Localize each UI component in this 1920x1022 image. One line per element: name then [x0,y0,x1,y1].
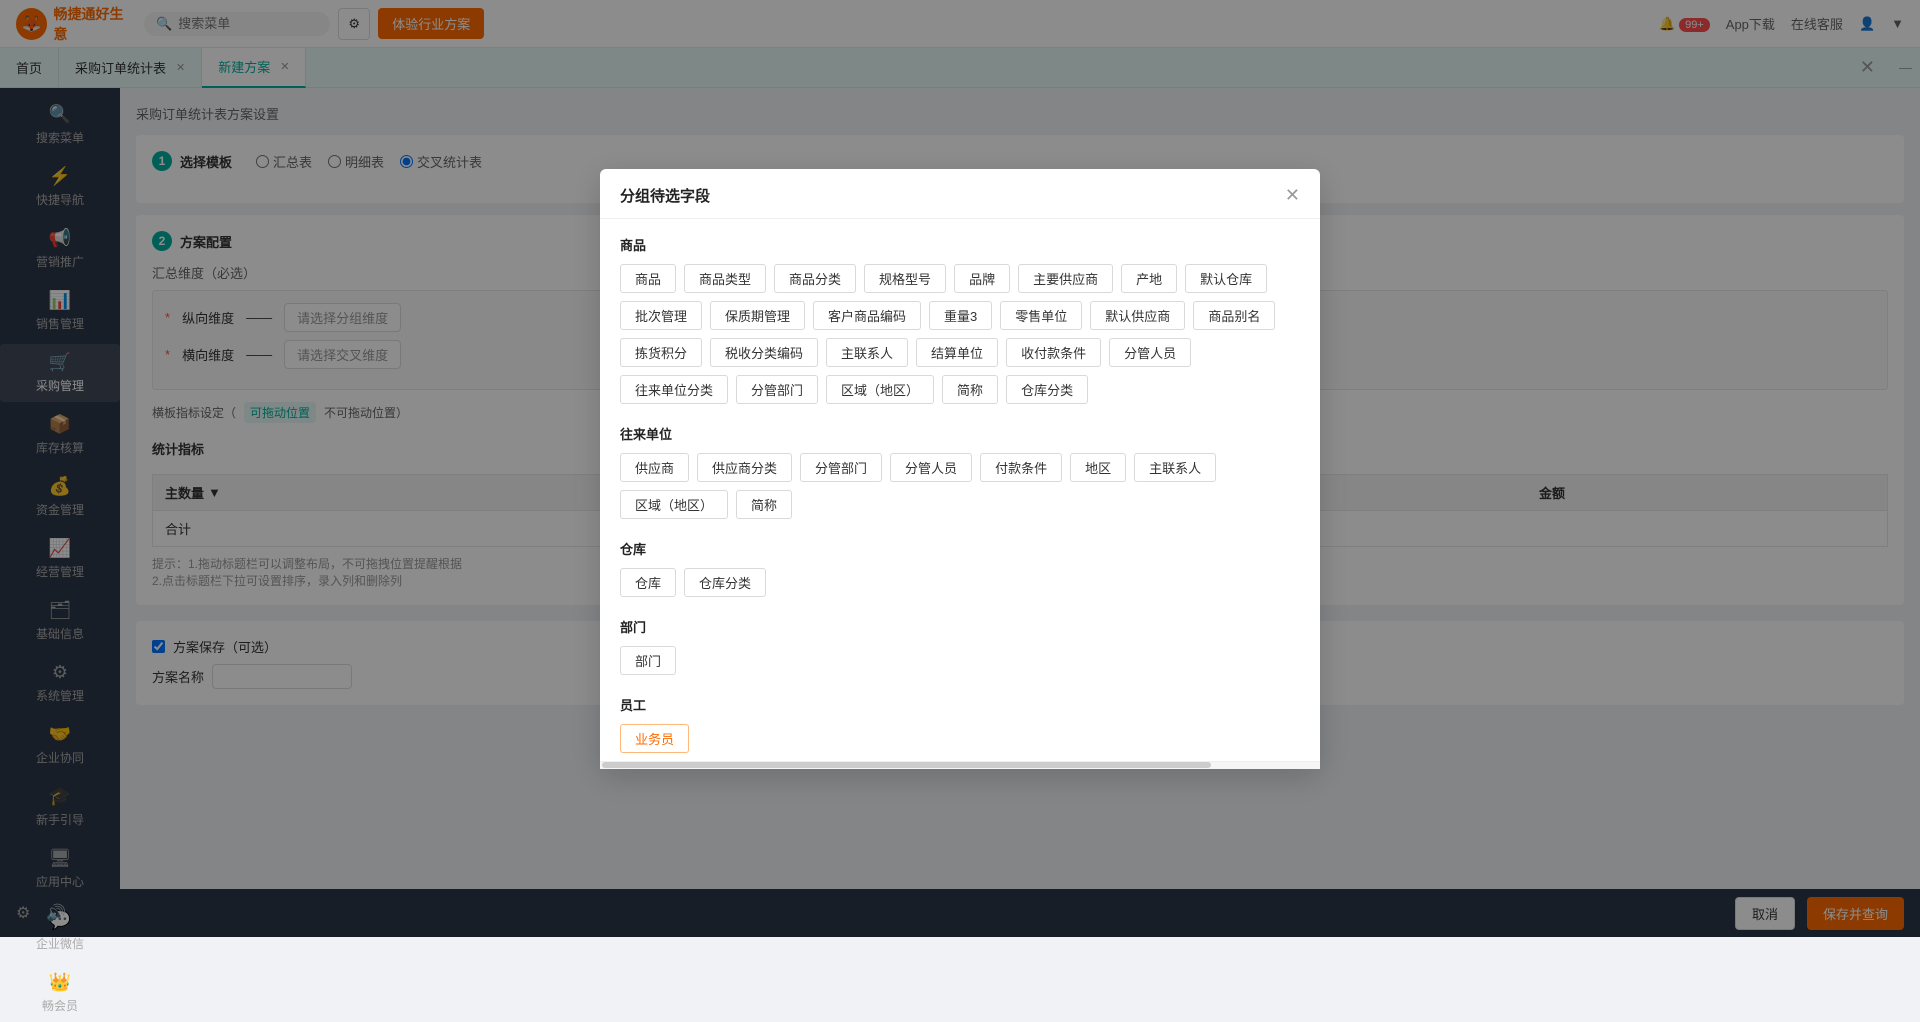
tag-付款条件[interactable]: 付款条件 [980,453,1062,482]
modal-title: 分组待选字段 [620,185,710,206]
tag-默认供应商[interactable]: 默认供应商 [1090,301,1185,330]
modal: 分组待选字段 ✕ 商品商品商品类型商品分类规格型号品牌主要供应商产地默认仓库批次… [600,169,1320,769]
member-icon: 👑 [49,972,71,993]
tag-拣货积分[interactable]: 拣货积分 [620,338,702,367]
modal-header: 分组待选字段 ✕ [600,169,1320,219]
tag-简称[interactable]: 简称 [942,375,998,404]
tag-供应商[interactable]: 供应商 [620,453,689,482]
tag-收付款条件[interactable]: 收付款条件 [1006,338,1101,367]
tag-往来单位分类[interactable]: 往来单位分类 [620,375,728,404]
tag-分管人员[interactable]: 分管人员 [890,453,972,482]
tag-仓库分类[interactable]: 仓库分类 [684,568,766,597]
tag-grid: 商品商品类型商品分类规格型号品牌主要供应商产地默认仓库批次管理保质期管理客户商品… [620,264,1300,404]
modal-close-button[interactable]: ✕ [1285,185,1300,206]
tag-仓库分类[interactable]: 仓库分类 [1006,375,1088,404]
modal-section-title: 往来单位 [620,424,1300,443]
modal-section-员工: 员工业务员 [620,695,1300,753]
tag-商品类型[interactable]: 商品类型 [684,264,766,293]
tag-分管部门[interactable]: 分管部门 [736,375,818,404]
modal-overlay: 分组待选字段 ✕ 商品商品商品类型商品分类规格型号品牌主要供应商产地默认仓库批次… [0,0,1920,937]
tag-简称[interactable]: 简称 [736,490,792,519]
tag-客户商品编码[interactable]: 客户商品编码 [813,301,921,330]
tag-grid: 供应商供应商分类分管部门分管人员付款条件地区主联系人区域（地区） 简称 [620,453,1300,519]
sidebar-item-member[interactable]: 👑 畅会员 [0,964,120,1022]
modal-section-仓库: 仓库仓库仓库分类 [620,539,1300,597]
tag-部门[interactable]: 部门 [620,646,676,675]
tag-grid: 仓库仓库分类 [620,568,1300,597]
tag-规格型号[interactable]: 规格型号 [864,264,946,293]
tag-零售单位[interactable]: 零售单位 [1000,301,1082,330]
modal-section-title: 商品 [620,235,1300,254]
modal-section-部门: 部门部门 [620,617,1300,675]
tag-结算单位[interactable]: 结算单位 [916,338,998,367]
modal-section-title: 仓库 [620,539,1300,558]
tag-业务员[interactable]: 业务员 [620,724,689,753]
tag-重量3[interactable]: 重量3 [929,301,992,330]
tag-区域（地区）[interactable]: 区域（地区） [826,375,934,404]
tag-主联系人[interactable]: 主联系人 [826,338,908,367]
modal-body: 商品商品商品类型商品分类规格型号品牌主要供应商产地默认仓库批次管理保质期管理客户… [600,219,1320,761]
modal-scrollbar[interactable] [600,761,1320,769]
tag-默认仓库[interactable]: 默认仓库 [1185,264,1267,293]
tag-产地[interactable]: 产地 [1121,264,1177,293]
sidebar-item-member-label: 畅会员 [42,997,78,1014]
tag-保质期管理[interactable]: 保质期管理 [710,301,805,330]
tag-批次管理[interactable]: 批次管理 [620,301,702,330]
tag-仓库[interactable]: 仓库 [620,568,676,597]
tag-供应商分类[interactable]: 供应商分类 [697,453,792,482]
tag-税收分类编码[interactable]: 税收分类编码 [710,338,818,367]
sidebar-item-wechat-label: 企业微信 [36,935,84,952]
tag-分管部门[interactable]: 分管部门 [800,453,882,482]
modal-section-title: 员工 [620,695,1300,714]
tag-商品[interactable]: 商品 [620,264,676,293]
modal-scrollbar-thumb [602,762,1211,768]
tag-主要供应商[interactable]: 主要供应商 [1018,264,1113,293]
tag-商品别名[interactable]: 商品别名 [1193,301,1275,330]
tag-区域（地区）[interactable]: 区域（地区） [620,490,728,519]
tag-grid: 部门 [620,646,1300,675]
modal-section-title: 部门 [620,617,1300,636]
tag-主联系人[interactable]: 主联系人 [1134,453,1216,482]
tag-地区[interactable]: 地区 [1070,453,1126,482]
tag-品牌[interactable]: 品牌 [954,264,1010,293]
tag-商品分类[interactable]: 商品分类 [774,264,856,293]
tag-grid: 业务员 [620,724,1300,753]
modal-section-商品: 商品商品商品类型商品分类规格型号品牌主要供应商产地默认仓库批次管理保质期管理客户… [620,235,1300,404]
tag-分管人员[interactable]: 分管人员 [1109,338,1191,367]
modal-section-往来单位: 往来单位供应商供应商分类分管部门分管人员付款条件地区主联系人区域（地区） 简称 [620,424,1300,519]
